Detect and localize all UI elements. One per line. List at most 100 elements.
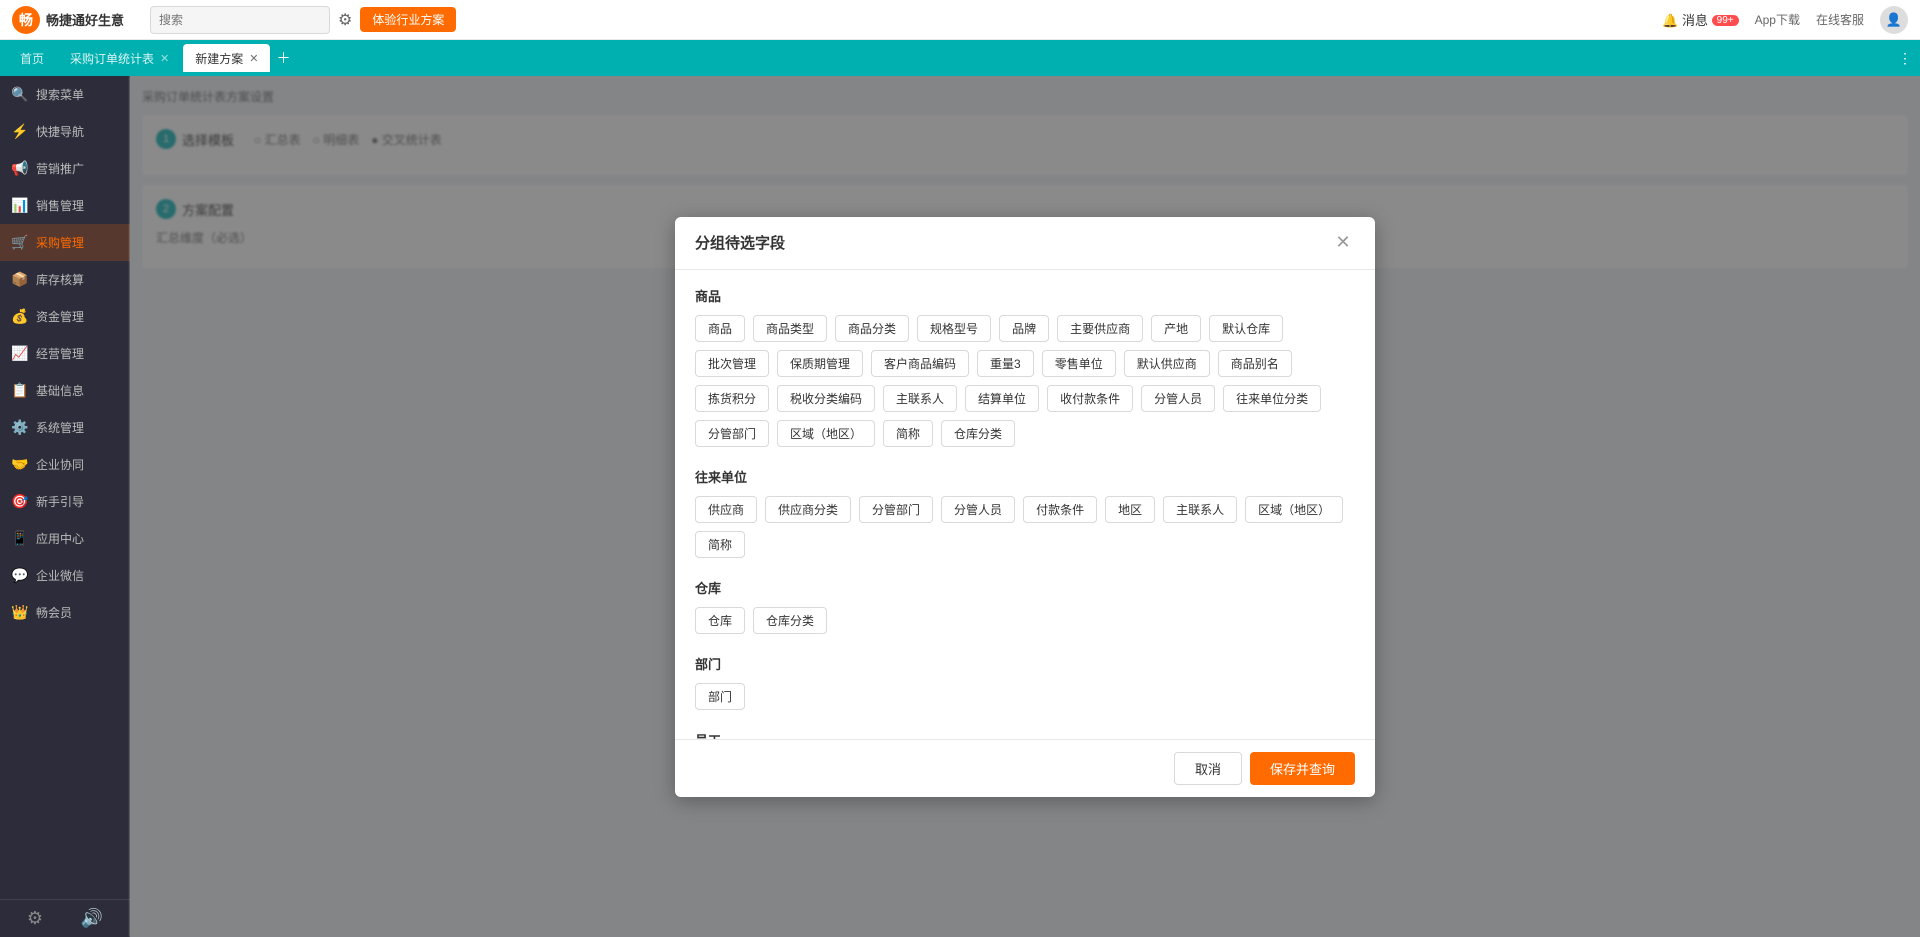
user-avatar[interactable]: 👤 <box>1880 6 1908 34</box>
tab-new-plan-label: 新建方案 <box>195 50 243 67</box>
sidebar-item-finance[interactable]: 💰 资金管理 <box>0 298 130 335</box>
field-tag-0-9[interactable]: 保质期管理 <box>777 350 863 377</box>
section-employee: 员工 业务员 <box>695 730 1355 739</box>
field-tag-0-25[interactable]: 仓库分类 <box>941 420 1015 447</box>
tab-more-icon[interactable]: ⋮ <box>1898 50 1912 67</box>
field-tag-0-8[interactable]: 批次管理 <box>695 350 769 377</box>
search-bar[interactable] <box>150 6 330 34</box>
field-tag-0-21[interactable]: 往来单位分类 <box>1223 385 1321 412</box>
member-icon: 👑 <box>12 605 28 621</box>
sidebar-item-marketing[interactable]: 📢 营销推广 <box>0 150 130 187</box>
sidebar-item-purchase[interactable]: 🛒 采购管理 <box>0 224 130 261</box>
tab-new-plan-close-icon[interactable]: ✕ <box>249 52 258 65</box>
sidebar-settings-icon[interactable]: ⚙ <box>27 908 43 929</box>
sidebar-item-wechat[interactable]: 💬 企业微信 <box>0 557 130 594</box>
field-tag-1-4[interactable]: 付款条件 <box>1023 496 1097 523</box>
field-tag-0-0[interactable]: 商品 <box>695 315 745 342</box>
section-warehouse-title: 仓库 <box>695 578 1355 597</box>
sidebar-audio-icon[interactable]: 🔊 <box>81 908 103 929</box>
field-tag-1-6[interactable]: 主联系人 <box>1163 496 1237 523</box>
field-tag-1-3[interactable]: 分管人员 <box>941 496 1015 523</box>
message-area[interactable]: 🔔 消息 99+ <box>1662 10 1738 29</box>
field-tag-0-18[interactable]: 结算单位 <box>965 385 1039 412</box>
tab-add-icon[interactable]: ＋ <box>276 48 290 68</box>
search-input[interactable] <box>159 13 321 27</box>
field-tag-0-7[interactable]: 默认仓库 <box>1209 315 1283 342</box>
sidebar: 🔍 搜索菜单 ⚡ 快捷导航 📢 营销推广 📊 销售管理 🛒 采购管理 📦 库存核… <box>0 76 130 937</box>
field-tag-0-19[interactable]: 收付款条件 <box>1047 385 1133 412</box>
sales-icon: 📊 <box>12 198 28 214</box>
sidebar-item-basic-info[interactable]: 📋 基础信息 <box>0 372 130 409</box>
modal-body: 商品 商品商品类型商品分类规格型号品牌主要供应商产地默认仓库批次管理保质期管理客… <box>675 270 1375 739</box>
field-tag-2-0[interactable]: 仓库 <box>695 607 745 634</box>
sidebar-label-sales: 销售管理 <box>36 197 84 214</box>
field-tag-0-17[interactable]: 主联系人 <box>883 385 957 412</box>
tab-home[interactable]: 首页 <box>8 44 56 72</box>
field-tag-0-13[interactable]: 默认供应商 <box>1124 350 1210 377</box>
field-tag-0-16[interactable]: 税收分类编码 <box>777 385 875 412</box>
section-department-title: 部门 <box>695 654 1355 673</box>
field-tag-1-8[interactable]: 简称 <box>695 531 745 558</box>
sidebar-item-member[interactable]: 👑 畅会员 <box>0 594 130 631</box>
field-tag-0-11[interactable]: 重量3 <box>977 350 1034 377</box>
field-tag-1-5[interactable]: 地区 <box>1105 496 1155 523</box>
field-tag-1-0[interactable]: 供应商 <box>695 496 757 523</box>
online-service[interactable]: 在线客服 <box>1816 11 1864 28</box>
field-tag-1-7[interactable]: 区域（地区） <box>1245 496 1343 523</box>
sidebar-item-operations[interactable]: 📈 经营管理 <box>0 335 130 372</box>
sidebar-item-sales[interactable]: 📊 销售管理 <box>0 187 130 224</box>
sidebar-item-system[interactable]: ⚙️ 系统管理 <box>0 409 130 446</box>
experience-btn[interactable]: 体验行业方案 <box>360 7 456 32</box>
confirm-button[interactable]: 保存并查询 <box>1250 752 1355 785</box>
field-tag-1-1[interactable]: 供应商分类 <box>765 496 851 523</box>
field-tag-0-6[interactable]: 产地 <box>1151 315 1201 342</box>
section-warehouse: 仓库 仓库仓库分类 <box>695 578 1355 634</box>
field-tag-0-4[interactable]: 品牌 <box>999 315 1049 342</box>
field-tag-3-0[interactable]: 部门 <box>695 683 745 710</box>
sidebar-label-system: 系统管理 <box>36 419 84 436</box>
modal-dialog: 分组待选字段 ✕ 商品 商品商品类型商品分类规格型号品牌主要供应商产地默认仓库批… <box>675 217 1375 797</box>
sidebar-item-guide[interactable]: 🎯 新手引导 <box>0 483 130 520</box>
sidebar-item-app-center[interactable]: 📱 应用中心 <box>0 520 130 557</box>
field-tag-0-2[interactable]: 商品分类 <box>835 315 909 342</box>
field-tag-0-12[interactable]: 零售单位 <box>1042 350 1116 377</box>
field-tag-0-24[interactable]: 简称 <box>883 420 933 447</box>
field-tag-0-10[interactable]: 客户商品编码 <box>871 350 969 377</box>
field-tag-0-1[interactable]: 商品类型 <box>753 315 827 342</box>
modal-close-icon[interactable]: ✕ <box>1331 231 1355 255</box>
section-employee-title: 员工 <box>695 730 1355 739</box>
field-tag-2-1[interactable]: 仓库分类 <box>753 607 827 634</box>
tab-purchase-stats[interactable]: 采购订单统计表 ✕ <box>58 44 181 72</box>
field-tag-0-20[interactable]: 分管人员 <box>1141 385 1215 412</box>
basic-info-icon: 📋 <box>12 383 28 399</box>
section-product-fields: 商品商品类型商品分类规格型号品牌主要供应商产地默认仓库批次管理保质期管理客户商品… <box>695 315 1355 447</box>
field-tag-0-5[interactable]: 主要供应商 <box>1057 315 1143 342</box>
field-tag-0-22[interactable]: 分管部门 <box>695 420 769 447</box>
sidebar-item-search[interactable]: 🔍 搜索菜单 <box>0 76 130 113</box>
sidebar-label-inventory: 库存核算 <box>36 271 84 288</box>
field-tag-0-14[interactable]: 商品别名 <box>1218 350 1292 377</box>
field-tag-0-15[interactable]: 拣货积分 <box>695 385 769 412</box>
field-tag-0-23[interactable]: 区域（地区） <box>777 420 875 447</box>
logo-icon: 畅 <box>12 6 40 34</box>
sidebar-label-quick-nav: 快捷导航 <box>36 123 84 140</box>
app-download[interactable]: App下载 <box>1755 11 1800 28</box>
tab-new-plan[interactable]: 新建方案 ✕ <box>183 44 270 72</box>
app-center-icon: 📱 <box>12 531 28 547</box>
section-warehouse-fields: 仓库仓库分类 <box>695 607 1355 634</box>
settings-icon[interactable]: ⚙ <box>338 10 352 30</box>
sidebar-item-coop[interactable]: 🤝 企业协同 <box>0 446 130 483</box>
logo-area: 畅 畅捷通好生意 <box>12 6 142 34</box>
field-tag-1-2[interactable]: 分管部门 <box>859 496 933 523</box>
cancel-button[interactable]: 取消 <box>1174 752 1242 785</box>
sidebar-label-app-center: 应用中心 <box>36 530 84 547</box>
sidebar-label-marketing: 营销推广 <box>36 160 84 177</box>
message-icon: 🔔 <box>1662 13 1678 28</box>
sidebar-item-quick-nav[interactable]: ⚡ 快捷导航 <box>0 113 130 150</box>
marketing-icon: 📢 <box>12 161 28 177</box>
field-tag-0-3[interactable]: 规格型号 <box>917 315 991 342</box>
message-label: 消息 <box>1682 13 1708 28</box>
top-bar-right: 🔔 消息 99+ App下载 在线客服 👤 <box>1662 6 1908 34</box>
tab-purchase-close-icon[interactable]: ✕ <box>160 52 169 65</box>
sidebar-item-inventory[interactable]: 📦 库存核算 <box>0 261 130 298</box>
